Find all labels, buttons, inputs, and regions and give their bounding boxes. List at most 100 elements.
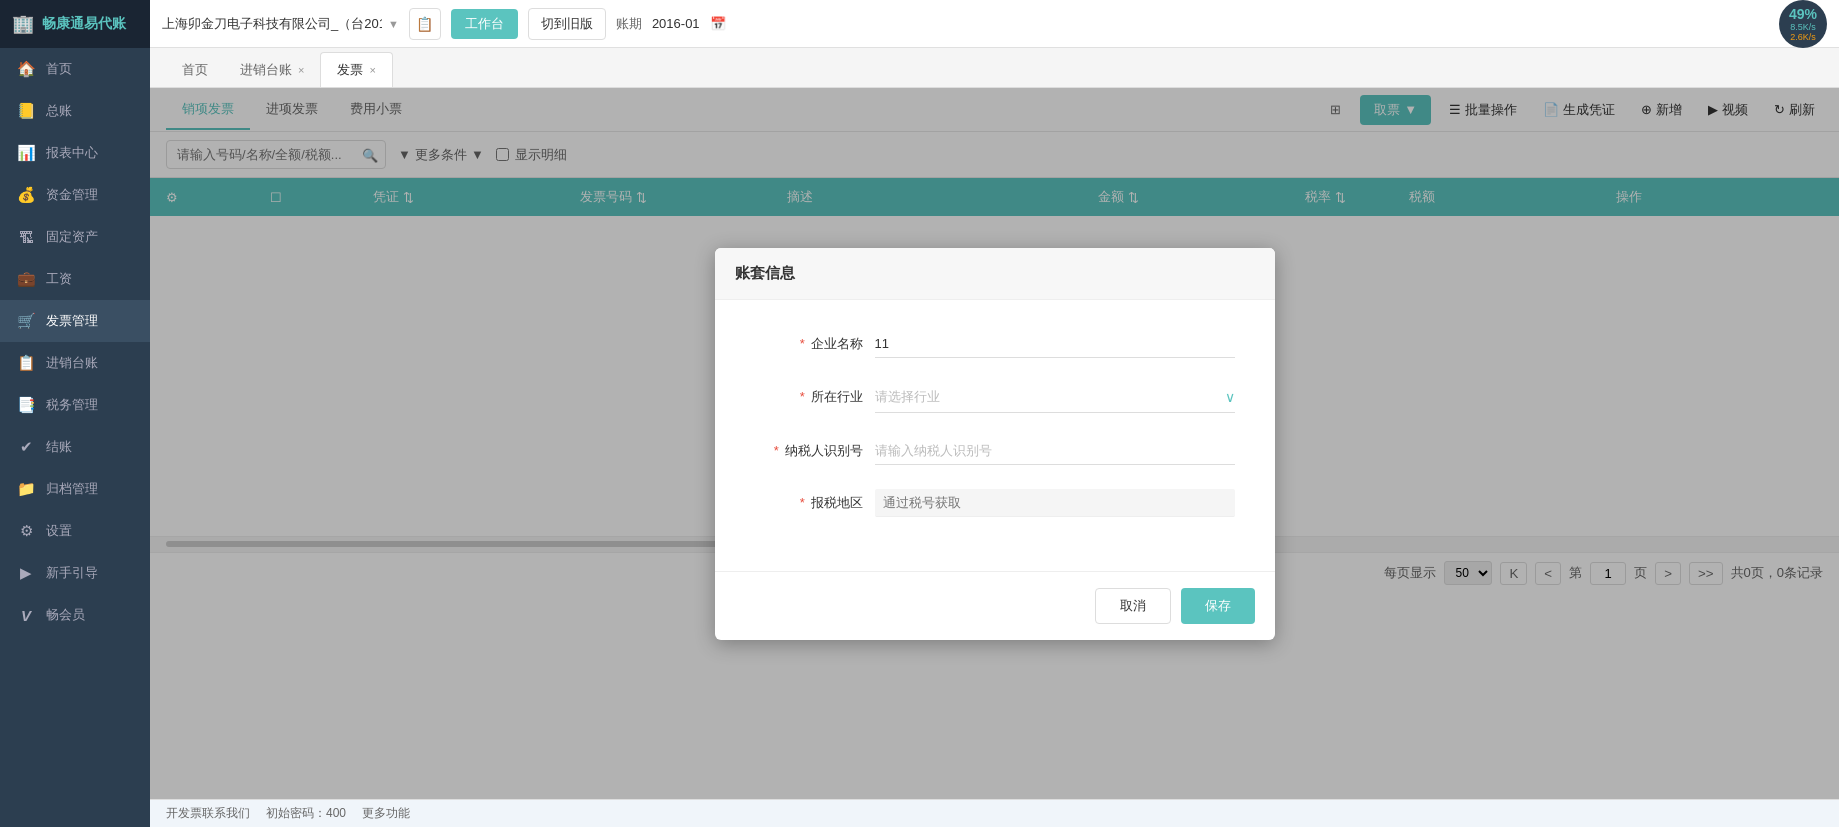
tax-region-input: [875, 489, 1235, 517]
sidebar-item-label: 新手引导: [46, 564, 98, 582]
tab-invoice[interactable]: 发票 ×: [320, 52, 392, 87]
tax-id-input[interactable]: [875, 437, 1235, 465]
invoice-icon: 🛒: [16, 312, 36, 330]
required-star: *: [800, 495, 805, 510]
sidebar-item-label: 总账: [46, 102, 72, 120]
bottom-more: 更多功能: [362, 805, 410, 822]
form-row-industry: * 所在行业 请选择行业 ∨: [755, 382, 1235, 413]
archive-icon: 📁: [16, 480, 36, 498]
settle-icon: ✔: [16, 438, 36, 456]
assets-icon: 🏗: [16, 229, 36, 246]
modal-account-info: 账套信息 * 企业名称 *: [715, 248, 1275, 640]
tab-inout-close[interactable]: ×: [298, 64, 304, 76]
logo-icon: 🏢: [12, 13, 34, 35]
company-select[interactable]: 上海卯金刀电子科技有限公司_（台201... ▼: [162, 15, 399, 33]
topbar-right: 49% 8.5K/s 2.6K/s: [1779, 0, 1827, 48]
sidebar-item-label: 固定资产: [46, 228, 98, 246]
company-name-input[interactable]: [875, 330, 1235, 358]
sidebar-item-tax[interactable]: 📑 税务管理: [0, 384, 150, 426]
content-area: 销项发票 进项发票 费用小票 ⊞ 取票 ▼ ☰ 批量操作: [150, 88, 1839, 799]
tab-home-label: 首页: [182, 61, 208, 79]
copy-icon: 📋: [416, 16, 433, 32]
modal-overlay: 账套信息 * 企业名称 *: [150, 88, 1839, 799]
switch-old-button[interactable]: 切到旧版: [528, 8, 606, 40]
sidebar-item-label: 归档管理: [46, 480, 98, 498]
sidebar-item-home[interactable]: 🏠 首页: [0, 48, 150, 90]
cancel-button[interactable]: 取消: [1095, 588, 1171, 624]
sidebar: 🏢 畅康通易代账 🏠 首页 📒 总账 📊 报表中心 💰 资金管理 🏗 固定资产 …: [0, 0, 150, 827]
app-logo: 🏢 畅康通易代账: [0, 0, 150, 48]
sidebar-item-inout[interactable]: 📋 进销台账: [0, 342, 150, 384]
bottom-info: 开发票联系我们: [166, 805, 250, 822]
tab-inout[interactable]: 进销台账 ×: [224, 53, 320, 87]
sidebar-item-label: 进销台账: [46, 354, 98, 372]
industry-placeholder: 请选择行业: [875, 388, 1225, 406]
topbar-copy-btn[interactable]: 📋: [409, 8, 441, 40]
industry-dropdown-arrow: ∨: [1225, 389, 1235, 405]
sidebar-item-invoice[interactable]: 🛒 发票管理: [0, 300, 150, 342]
sidebar-item-reports[interactable]: 📊 报表中心: [0, 132, 150, 174]
logo-text: 畅康通易代账: [42, 15, 126, 33]
required-star: *: [774, 443, 779, 458]
bottom-bar: 开发票联系我们 初始密码：400 更多功能: [150, 799, 1839, 827]
company-name-label: * 企业名称: [755, 335, 875, 353]
sidebar-item-label: 报表中心: [46, 144, 98, 162]
modal-title: 账套信息: [715, 248, 1275, 300]
speed-widget: 49% 8.5K/s 2.6K/s: [1779, 0, 1827, 48]
required-star: *: [800, 336, 805, 351]
capital-icon: 💰: [16, 186, 36, 204]
modal-footer: 取消 保存: [715, 571, 1275, 640]
sidebar-item-guide[interactable]: ▶ 新手引导: [0, 552, 150, 594]
period-value: 2016-01: [652, 16, 700, 31]
salary-icon: 💼: [16, 270, 36, 288]
speed-up: 8.5K/s: [1790, 22, 1816, 32]
required-star: *: [800, 389, 805, 404]
modal-body: * 企业名称 * 所在行业 请选择行业: [715, 300, 1275, 571]
sidebar-item-label: 结账: [46, 438, 72, 456]
calendar-icon[interactable]: 📅: [710, 16, 726, 31]
sidebar-item-label: 设置: [46, 522, 72, 540]
member-icon: V: [16, 607, 36, 624]
save-button[interactable]: 保存: [1181, 588, 1255, 624]
sidebar-item-label: 首页: [46, 60, 72, 78]
form-row-tax-id: * 纳税人识别号: [755, 437, 1235, 465]
sidebar-item-settle[interactable]: ✔ 结账: [0, 426, 150, 468]
guide-icon: ▶: [16, 564, 36, 582]
sidebar-item-label: 畅会员: [46, 606, 85, 624]
tabbar: 首页 进销台账 × 发票 ×: [150, 48, 1839, 88]
sidebar-item-settings[interactable]: ⚙ 设置: [0, 510, 150, 552]
tax-region-label: * 报税地区: [755, 494, 875, 512]
sidebar-item-ledger[interactable]: 📒 总账: [0, 90, 150, 132]
form-row-company: * 企业名称: [755, 330, 1235, 358]
tax-icon: 📑: [16, 396, 36, 414]
sidebar-item-capital[interactable]: 💰 资金管理: [0, 174, 150, 216]
sidebar-item-salary[interactable]: 💼 工资: [0, 258, 150, 300]
workbench-button[interactable]: 工作台: [451, 9, 518, 39]
main-area: 上海卯金刀电子科技有限公司_（台201... ▼ 📋 工作台 切到旧版 账期 2…: [150, 0, 1839, 827]
tab-invoice-label: 发票: [337, 61, 363, 79]
period-label: 账期: [616, 15, 642, 33]
industry-label: * 所在行业: [755, 388, 875, 406]
tab-home[interactable]: 首页: [166, 53, 224, 87]
speed-down: 2.6K/s: [1790, 32, 1816, 42]
tax-id-label: * 纳税人识别号: [755, 442, 875, 460]
sidebar-item-member[interactable]: V 畅会员: [0, 594, 150, 636]
topbar: 上海卯金刀电子科技有限公司_（台201... ▼ 📋 工作台 切到旧版 账期 2…: [150, 0, 1839, 48]
sidebar-item-label: 资金管理: [46, 186, 98, 204]
company-dropdown-arrow: ▼: [388, 18, 399, 30]
inout-icon: 📋: [16, 354, 36, 372]
home-icon: 🏠: [16, 60, 36, 78]
bottom-phone: 初始密码：400: [266, 805, 346, 822]
sidebar-item-label: 税务管理: [46, 396, 98, 414]
reports-icon: 📊: [16, 144, 36, 162]
ledger-icon: 📒: [16, 102, 36, 120]
form-row-tax-region: * 报税地区: [755, 489, 1235, 517]
sidebar-item-assets[interactable]: 🏗 固定资产: [0, 216, 150, 258]
industry-select[interactable]: 请选择行业 ∨: [875, 382, 1235, 413]
sidebar-item-archive[interactable]: 📁 归档管理: [0, 468, 150, 510]
settings-icon: ⚙: [16, 522, 36, 540]
tab-invoice-close[interactable]: ×: [369, 64, 375, 76]
sidebar-item-label: 工资: [46, 270, 72, 288]
speed-percent: 49%: [1789, 6, 1817, 22]
sidebar-item-label: 发票管理: [46, 312, 98, 330]
